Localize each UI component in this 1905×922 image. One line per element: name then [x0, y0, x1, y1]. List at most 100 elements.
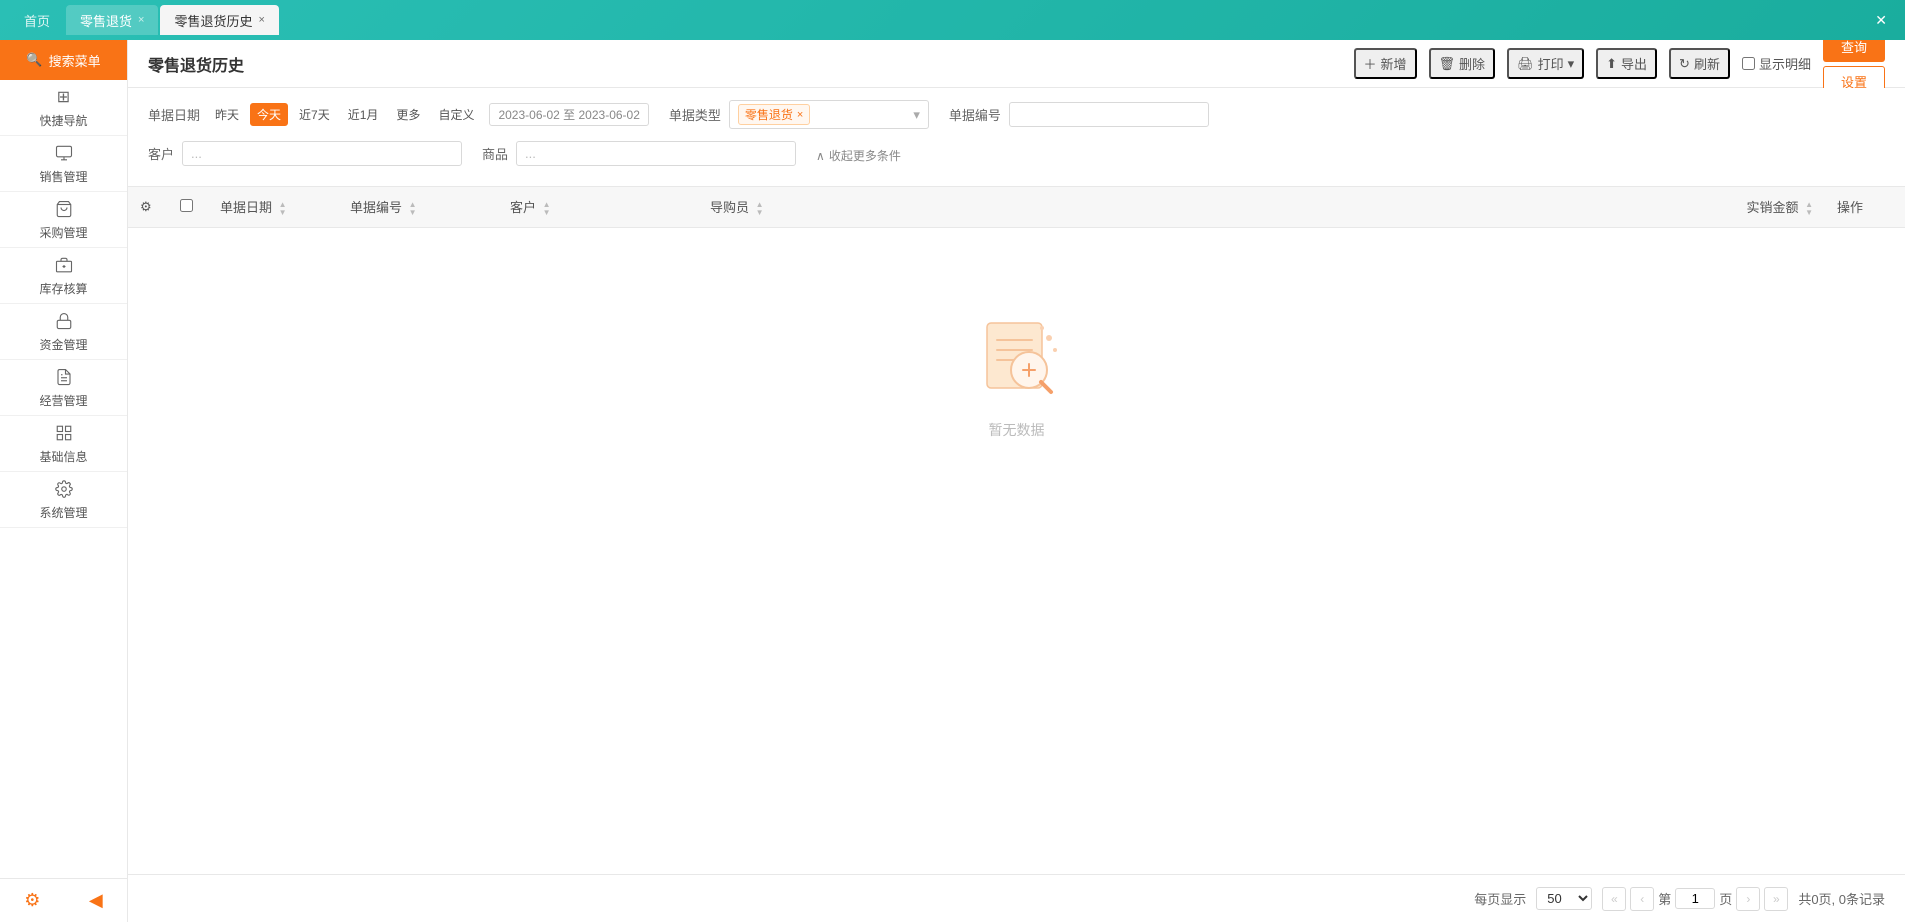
- tab-retail-return-history[interactable]: 零售退货历史 ×: [160, 5, 278, 35]
- col-number-label: 单据编号: [350, 200, 402, 215]
- data-table: ⚙ 单据日期 ▲▼ 单据编号: [128, 187, 1905, 228]
- col-date: 单据日期 ▲▼: [208, 187, 338, 227]
- date-btn-yesterday[interactable]: 昨天: [208, 103, 246, 126]
- sidebar-item-basic-info[interactable]: 基础信息: [0, 416, 127, 472]
- sidebar-search-label: 搜索菜单: [49, 51, 101, 70]
- new-button[interactable]: ＋ 新增: [1354, 48, 1417, 79]
- date-btn-today[interactable]: 今天: [250, 103, 288, 126]
- sidebar-settings-btn[interactable]: ⚙: [24, 890, 40, 911]
- print-button[interactable]: 🖨 打印 ▾: [1507, 48, 1584, 79]
- filter-goods-input[interactable]: [516, 141, 796, 166]
- date-range-display[interactable]: 2023-06-02 至 2023-06-02: [489, 103, 648, 126]
- purchase-mgmt-icon: [53, 198, 75, 220]
- settings-col-icon[interactable]: ⚙: [140, 199, 152, 214]
- delete-label: 删除: [1459, 54, 1485, 73]
- sidebar-menu: ⊞ 快捷导航 销售管理 采购管理 库存核算: [0, 80, 127, 878]
- top-bar: 首页 零售退货 × 零售退货历史 × ✕: [0, 0, 1905, 40]
- sidebar: 🔍 搜索菜单 ⊞ 快捷导航 销售管理 采购管理: [0, 40, 128, 922]
- tab-retail-return-history-label: 零售退货历史: [174, 11, 252, 30]
- filter-billtype-tag-close[interactable]: ×: [797, 109, 803, 121]
- collapse-button[interactable]: ∧ 收起更多条件: [816, 143, 901, 168]
- sidebar-item-ops[interactable]: 经营管理: [0, 360, 127, 416]
- col-number-sort[interactable]: ▲▼: [409, 201, 417, 217]
- col-guide: 导购员 ▲▼: [698, 187, 858, 227]
- tab-retail-return-close[interactable]: ×: [138, 14, 144, 26]
- empty-icon: [967, 308, 1067, 408]
- col-spacer: [858, 187, 1705, 227]
- finance-icon: [53, 310, 75, 332]
- date-btn-more[interactable]: 更多: [389, 103, 427, 126]
- sidebar-item-sys-mgmt[interactable]: 系统管理: [0, 472, 127, 528]
- ops-icon: [53, 366, 75, 388]
- page-input[interactable]: [1675, 888, 1715, 909]
- next-page-button[interactable]: ›: [1736, 887, 1760, 911]
- date-btn-last1m[interactable]: 近1月: [341, 103, 386, 126]
- sidebar-item-sales-label: 销售管理: [39, 168, 87, 185]
- sidebar-item-purchase-mgmt[interactable]: 采购管理: [0, 192, 127, 248]
- col-actions: 操作: [1825, 187, 1905, 227]
- col-amount-sort[interactable]: ▲▼: [1805, 201, 1813, 217]
- show-detail-label: 显示明细: [1759, 54, 1811, 73]
- col-guide-sort[interactable]: ▲▼: [756, 201, 764, 217]
- filter-billtype-arrow-icon: ▾: [913, 107, 920, 123]
- tab-home-label: 首页: [24, 11, 50, 30]
- select-all-checkbox[interactable]: [180, 199, 193, 212]
- per-page-label: 每页显示: [1474, 889, 1526, 908]
- col-guide-label: 导购员: [710, 200, 749, 215]
- sidebar-bottom: ⚙ ◀: [0, 878, 127, 922]
- tab-retail-return[interactable]: 零售退货 ×: [66, 5, 158, 35]
- filter-billtype-tag-text: 零售退货: [745, 106, 793, 123]
- main-layout: 🔍 搜索菜单 ⊞ 快捷导航 销售管理 采购管理: [0, 40, 1905, 922]
- filter-customer-input[interactable]: [182, 141, 462, 166]
- sidebar-collapse-btn[interactable]: ◀: [89, 890, 103, 911]
- col-amount-label: 实销金额: [1746, 200, 1798, 215]
- per-page-select[interactable]: 20 50 100: [1536, 887, 1592, 910]
- delete-button[interactable]: 🗑 删除: [1429, 48, 1496, 79]
- last-page-button[interactable]: »: [1764, 887, 1788, 911]
- filter-row-1: 单据日期 昨天 今天 近7天 近1月 更多 自定义 2023-06-02 至 2…: [148, 100, 1885, 129]
- sidebar-search[interactable]: 🔍 搜索菜单: [0, 40, 127, 80]
- col-customer-sort[interactable]: ▲▼: [543, 201, 551, 217]
- show-detail-checkbox-label[interactable]: 显示明细: [1742, 54, 1811, 73]
- tab-home[interactable]: 首页: [10, 5, 64, 35]
- tab-list: 首页 零售退货 × 零售退货历史 ×: [10, 5, 1867, 35]
- sidebar-item-inventory-label: 库存核算: [39, 280, 87, 297]
- export-button[interactable]: ⬆ 导出: [1596, 48, 1657, 79]
- date-btn-last7[interactable]: 近7天: [292, 103, 337, 126]
- filter-billtype-select[interactable]: 零售退货 × ▾: [729, 100, 929, 129]
- col-actions-label: 操作: [1837, 200, 1863, 215]
- tab-retail-return-history-close[interactable]: ×: [258, 14, 264, 26]
- col-customer: 客户 ▲▼: [498, 187, 698, 227]
- empty-state-text: 暂无数据: [989, 420, 1045, 440]
- show-detail-checkbox[interactable]: [1742, 57, 1755, 70]
- filter-area: 单据日期 昨天 今天 近7天 近1月 更多 自定义 2023-06-02 至 2…: [128, 88, 1905, 187]
- refresh-icon: ↻: [1679, 56, 1690, 72]
- export-label: 导出: [1621, 54, 1647, 73]
- sidebar-item-inventory[interactable]: 库存核算: [0, 248, 127, 304]
- col-number: 单据编号 ▲▼: [338, 187, 498, 227]
- col-date-sort[interactable]: ▲▼: [279, 201, 287, 217]
- prev-page-button[interactable]: ‹: [1630, 887, 1654, 911]
- date-btn-custom[interactable]: 自定义: [431, 103, 481, 126]
- sidebar-item-basic-label: 基础信息: [39, 448, 87, 465]
- delete-icon: 🗑: [1439, 56, 1456, 72]
- sidebar-item-finance[interactable]: 资金管理: [0, 304, 127, 360]
- content-area: 零售退货历史 ＋ 新增 🗑 删除 🖨 打印 ▾ ⬆ 导出: [128, 40, 1905, 922]
- window-close-button[interactable]: ✕: [1867, 8, 1895, 33]
- query-button[interactable]: 查询: [1823, 40, 1885, 62]
- col-checkbox: [168, 187, 208, 227]
- filter-goods-label: 商品: [482, 144, 508, 163]
- filter-goods-item: 商品: [482, 141, 796, 166]
- sidebar-item-sys-label: 系统管理: [39, 504, 87, 521]
- filter-billtype-label: 单据类型: [669, 105, 721, 124]
- refresh-button[interactable]: ↻ 刷新: [1669, 48, 1730, 79]
- sidebar-item-purchase-label: 采购管理: [39, 224, 87, 241]
- sidebar-item-ops-label: 经营管理: [39, 392, 87, 409]
- page-suffix: 页: [1719, 889, 1732, 908]
- col-settings: ⚙: [128, 187, 168, 227]
- first-page-button[interactable]: «: [1602, 887, 1626, 911]
- sidebar-item-sales-mgmt[interactable]: 销售管理: [0, 136, 127, 192]
- sidebar-item-quick-nav[interactable]: ⊞ 快捷导航: [0, 80, 127, 136]
- filter-billnumber-input[interactable]: [1009, 102, 1209, 127]
- col-amount: 实销金额 ▲▼: [1705, 187, 1825, 227]
